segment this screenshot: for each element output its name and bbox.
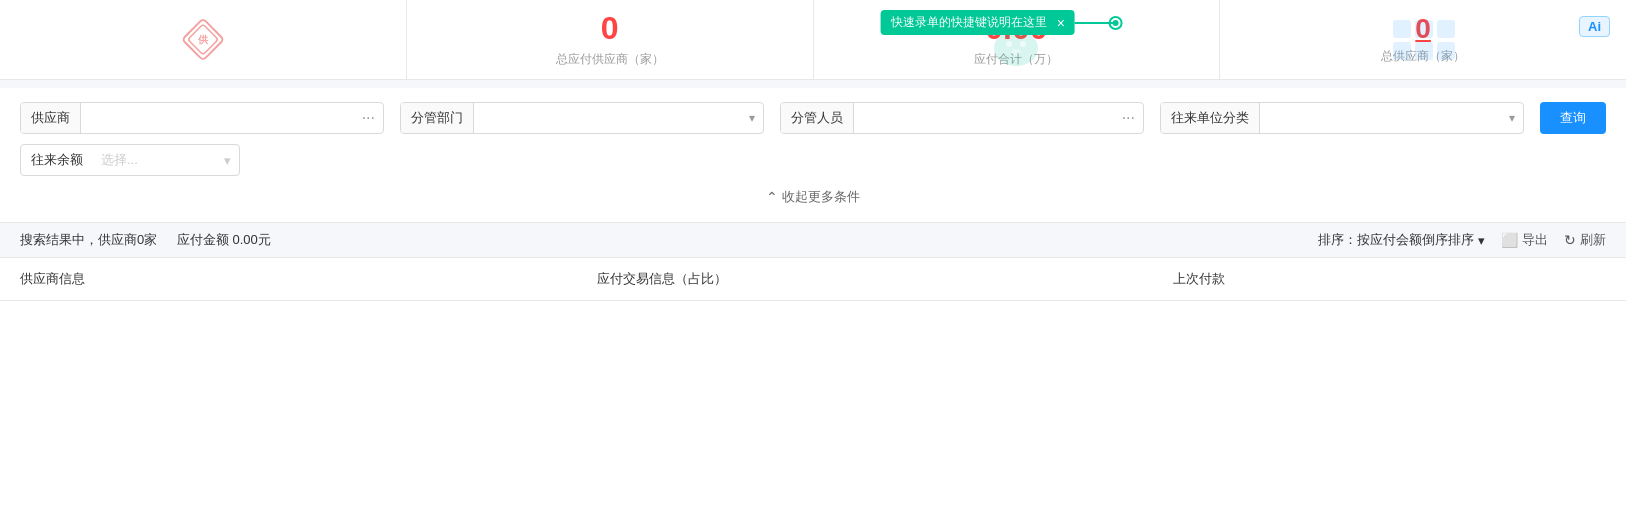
department-input[interactable] [482,111,749,126]
svg-point-8 [1011,49,1021,55]
collapse-label: 收起更多条件 [782,188,860,206]
unit-category-filter[interactable]: 往来单位分类 ▾ [1160,102,1524,134]
department-filter[interactable]: 分管部门 ▾ [400,102,764,134]
supplier-input[interactable] [89,111,362,126]
department-input-area[interactable]: ▾ [474,111,763,126]
filter-row-1: 供应商 ··· 分管部门 ▾ 分管人员 ··· 往来单位分类 [20,102,1606,134]
col-header-supplier: 供应商信息 [20,270,597,288]
shortcut-tooltip: 快速录单的快捷键说明在这里 × [881,10,1075,35]
table-body [0,301,1626,515]
refresh-button[interactable]: ↻ 刷新 [1564,231,1606,249]
payable-suppliers-number: 0 [601,11,619,46]
stat-payable-suppliers-value: 0 总应付供应商（家） [407,0,814,79]
supplier-label: 供应商 [21,103,81,133]
balance-label: 往来余额 [21,145,93,175]
refresh-icon: ↻ [1564,232,1576,248]
svg-rect-10 [1415,20,1433,38]
result-summary: 搜索结果中，供应商0家 应付金额 0.00元 [20,231,271,249]
export-label: 导出 [1522,231,1548,249]
tooltip-dot [1111,18,1121,28]
col-header-lastpay: 上次付款 [1173,270,1606,288]
sort-button[interactable]: 排序：按应付会额倒序排序 ▾ [1318,231,1485,249]
supplier-filter[interactable]: 供应商 ··· [20,102,384,134]
svg-rect-9 [1393,20,1411,38]
unit-category-label: 往来单位分类 [1161,103,1260,133]
person-input[interactable] [862,111,1122,126]
supplier-input-area[interactable]: ··· [81,109,383,127]
result-right: 排序：按应付会额倒序排序 ▾ ⬜ 导出 ↻ 刷新 [1318,231,1606,249]
supplier-dots-icon[interactable]: ··· [362,109,375,127]
collapse-bar: ⌃ 收起更多条件 [20,176,1606,214]
col-header-transaction: 应付交易信息（占比） [597,270,1174,288]
filter-area: 供应商 ··· 分管部门 ▾ 分管人员 ··· 往来单位分类 [0,88,1626,223]
balance-placeholder: 选择... [101,151,138,169]
section-divider-1 [0,80,1626,88]
person-input-area[interactable]: ··· [854,109,1143,127]
collapse-icon: ⌃ [766,189,778,205]
stats-bar: 供 0 总应付供应商（家） 0.00 应付合计（万） 快速录单的快捷键说明在这里… [0,0,1626,80]
grid-bg-icon [1388,15,1458,65]
person-dots-icon[interactable]: ··· [1122,109,1135,127]
table-header: 供应商信息 应付交易信息（占比） 上次付款 [0,258,1626,301]
tooltip-close-btn[interactable]: × [1057,16,1065,30]
sort-chevron-icon[interactable]: ▾ [1478,233,1485,248]
person-label: 分管人员 [781,103,854,133]
result-bar: 搜索结果中，供应商0家 应付金额 0.00元 排序：按应付会额倒序排序 ▾ ⬜ … [0,223,1626,258]
query-button[interactable]: 查询 [1540,102,1606,134]
svg-point-7 [1020,41,1026,47]
payable-suppliers-label: 总应付供应商（家） [556,51,664,68]
unit-category-chevron-icon[interactable]: ▾ [1509,111,1515,125]
stat-total-suppliers: 0 总供应商（家） Ai [1220,0,1626,79]
result-summary-text: 搜索结果中，供应商0家 [20,232,157,247]
result-amount-text: 应付金额 0.00元 [177,232,271,247]
tooltip-text: 快速录单的快捷键说明在这里 [891,14,1047,31]
svg-rect-14 [1437,42,1455,60]
unit-category-input-area[interactable]: ▾ [1260,111,1523,126]
stat-total-payable-suppliers: 供 [0,0,407,79]
department-chevron-icon[interactable]: ▾ [749,111,755,125]
export-icon: ⬜ [1501,232,1518,248]
svg-rect-13 [1415,42,1433,60]
sort-label: 排序：按应付会额倒序排序 [1318,231,1474,249]
unit-category-input[interactable] [1268,111,1509,126]
svg-rect-11 [1437,20,1455,38]
collapse-button[interactable]: ⌃ 收起更多条件 [754,184,872,210]
ai-badge: Ai [1579,16,1610,37]
balance-select-area[interactable]: 选择... ▾ [93,151,239,169]
svg-rect-12 [1393,42,1411,60]
refresh-label: 刷新 [1580,231,1606,249]
svg-point-6 [1006,41,1012,47]
balance-chevron-icon[interactable]: ▾ [224,153,231,168]
department-label: 分管部门 [401,103,474,133]
person-filter[interactable]: 分管人员 ··· [780,102,1144,134]
svg-text:供: 供 [197,34,209,45]
filter-row-2: 往来余额 选择... ▾ [20,144,1606,176]
export-button[interactable]: ⬜ 导出 [1501,231,1548,249]
balance-filter[interactable]: 往来余额 选择... ▾ [20,144,240,176]
diamond-icon: 供 [173,10,233,69]
